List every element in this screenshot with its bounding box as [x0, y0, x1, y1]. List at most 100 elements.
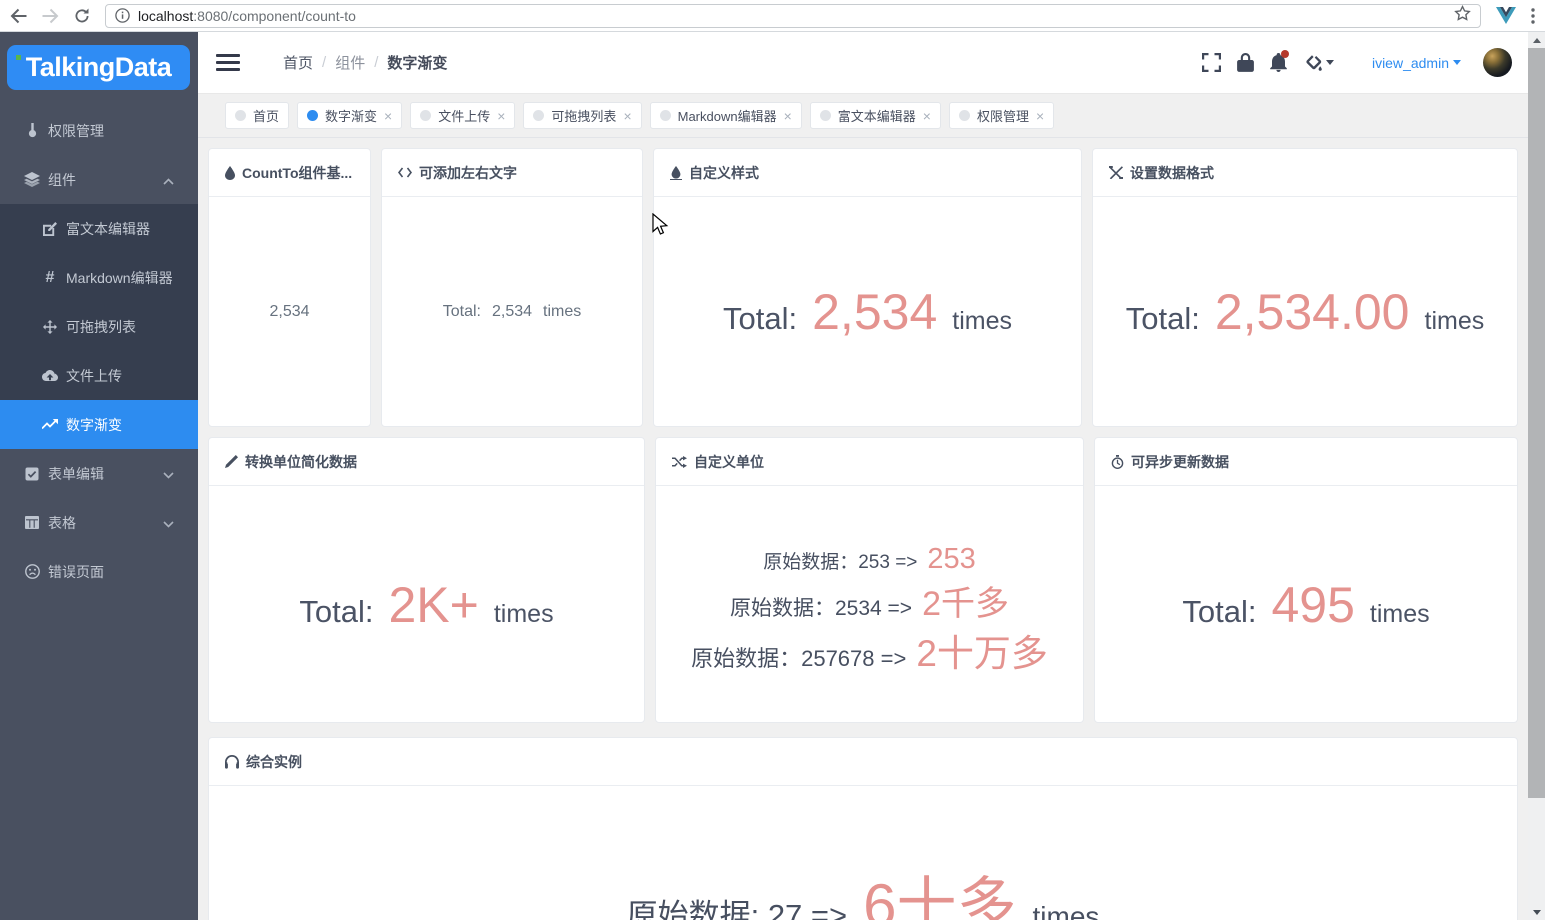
move-icon — [41, 319, 59, 334]
tag-auth[interactable]: 权限管理 × — [948, 102, 1055, 129]
app-header: 首页 / 组件 / 数字渐变 iview_admin — [198, 32, 1528, 94]
browser-menu-icon[interactable] — [1531, 7, 1535, 24]
breadcrumb-section[interactable]: 组件 — [335, 52, 365, 73]
close-icon[interactable]: × — [923, 109, 931, 123]
chevron-down-icon — [163, 515, 174, 531]
url-host: localhost — [138, 7, 194, 24]
sidebar-item-label: 可拖拽列表 — [66, 318, 136, 335]
theme-icon[interactable] — [1303, 54, 1334, 71]
tag-dot — [533, 110, 545, 121]
card-row-1: CountTo组件基... 2,534 可添加左右文字 Total: 2,534 t… — [208, 148, 1518, 427]
chevron-up-icon — [163, 172, 174, 188]
sidebar-item-label: 组件 — [48, 171, 76, 188]
tag-countto[interactable]: 数字渐变 × — [297, 102, 403, 129]
shuffle-icon — [672, 455, 687, 468]
reload-icon[interactable] — [74, 8, 90, 24]
caret-down-icon — [1325, 60, 1334, 65]
tag-bar: 首页 数字渐变 × 文件上传 × 可拖拽列表 × Markdown编辑器 × 富文本编辑… — [198, 94, 1528, 138]
count-value: 2,534 — [812, 284, 938, 340]
card-countto-style: 自定义样式 Total: 2,534 times — [653, 148, 1082, 427]
count-value: 2,534 — [269, 303, 310, 320]
compose-icon — [41, 221, 59, 236]
close-icon[interactable]: × — [497, 109, 505, 123]
water-drop-icon — [225, 165, 235, 180]
trending-up-icon — [41, 419, 59, 430]
close-icon[interactable]: × — [1036, 109, 1044, 123]
card-title: 自定义单位 — [694, 453, 764, 470]
sidebar-item-richtext[interactable]: 富文本编辑器 — [0, 204, 198, 253]
card-row-2: 转换单位简化数据 Total: 2K+ times 自定义单位 原始数据：253 =… — [208, 437, 1518, 723]
hamburger-menu-icon[interactable] — [216, 54, 240, 71]
header-actions: iview_admin — [1201, 48, 1512, 77]
sidebar-item-label: Markdown编辑器 — [66, 269, 173, 286]
scrollbar-down-arrow[interactable] — [1528, 904, 1545, 920]
lock-icon[interactable] — [1237, 53, 1254, 72]
card-row-3: 综合实例 原始数据: 27 => 6十多 times — [208, 737, 1518, 920]
url-bar[interactable]: localhost:8080/component/count-to — [105, 3, 1481, 28]
close-icon[interactable]: × — [384, 109, 392, 123]
tag-richtext[interactable]: 富文本编辑器 × — [809, 102, 941, 129]
close-icon[interactable]: × — [784, 109, 792, 123]
sidebar-item-error[interactable]: 错误页面 — [0, 547, 198, 596]
close-icon[interactable]: × — [623, 109, 631, 123]
color-drop-icon — [670, 165, 682, 180]
sidebar-item-upload[interactable]: 文件上传 — [0, 351, 198, 400]
sidebar-item-auth[interactable]: 权限管理 — [0, 106, 198, 155]
card-countto-unit: 自定义单位 原始数据：253 => 253 原始数据：2534 => 2千多 原始数… — [655, 437, 1084, 723]
forward-icon[interactable] — [42, 8, 59, 24]
sidebar-menu: 权限管理 组件 富文本编辑器 # Markdown编辑器 可拖拽列表 文件上传 … — [0, 106, 198, 596]
breadcrumb: 首页 / 组件 / 数字渐变 — [283, 52, 448, 73]
mouse-cursor — [652, 212, 669, 242]
sidebar-item-components[interactable]: 组件 — [0, 155, 198, 204]
scrollbar-thumb[interactable] — [1528, 48, 1545, 798]
tag-dot — [235, 110, 246, 121]
avatar[interactable] — [1483, 48, 1512, 77]
tag-home[interactable]: 首页 — [225, 102, 290, 129]
card-countto-basic: CountTo组件基... 2,534 — [208, 148, 371, 427]
page: localhost:8080/component/count-to Talkin… — [0, 0, 1545, 920]
sidebar-item-draggable[interactable]: 可拖拽列表 — [0, 302, 198, 351]
sidebar-item-label: 表单编辑 — [48, 465, 104, 482]
card-title: 自定义样式 — [689, 164, 759, 181]
tag-markdown[interactable]: Markdown编辑器 × — [649, 102, 802, 129]
card-countto-format: 设置数据格式 Total: 2,534.00 times — [1092, 148, 1518, 427]
count-value: 6十多 — [863, 871, 1017, 920]
vue-devtools-icon[interactable] — [1496, 7, 1516, 24]
logo-text: TalkingData — [25, 52, 172, 82]
sidebar-item-form[interactable]: 表单编辑 — [0, 449, 198, 498]
count-value: 2十万多 — [916, 633, 1048, 675]
count-value: 253 — [927, 543, 976, 575]
tag-draggable[interactable]: 可拖拽列表 × — [523, 102, 642, 129]
sidebar-item-label: 错误页面 — [48, 563, 104, 580]
breadcrumb-home[interactable]: 首页 — [283, 52, 313, 73]
breadcrumb-current: 数字渐变 — [387, 55, 448, 72]
hammer-wrench-icon — [1109, 166, 1123, 179]
card-title: 综合实例 — [246, 753, 302, 770]
tag-dot — [420, 110, 432, 121]
sidebar-item-markdown[interactable]: # Markdown编辑器 — [0, 253, 198, 302]
app-logo[interactable]: TalkingData — [7, 45, 190, 90]
notification-badge — [1280, 50, 1289, 58]
scrollbar-up-arrow[interactable] — [1528, 32, 1545, 48]
notifications-bell-icon[interactable] — [1270, 50, 1289, 72]
count-value: 2,534.00 — [1214, 284, 1410, 340]
user-menu[interactable]: iview_admin — [1372, 55, 1461, 71]
username: iview_admin — [1371, 54, 1449, 71]
layers-icon — [23, 172, 41, 187]
caret-down-icon — [1453, 60, 1461, 65]
checkbox-icon — [23, 467, 41, 481]
sidebar-item-table[interactable]: 表格 — [0, 498, 198, 547]
tag-upload[interactable]: 文件上传 × — [410, 102, 516, 129]
back-icon[interactable] — [10, 8, 27, 24]
cloud-upload-icon — [41, 369, 59, 382]
sidebar-item-countto[interactable]: 数字渐变 — [0, 400, 198, 449]
sidebar-item-label: 文件上传 — [66, 367, 122, 384]
card-title: 可异步更新数据 — [1131, 453, 1229, 470]
fullscreen-icon[interactable] — [1201, 53, 1221, 72]
page-scrollbar[interactable] — [1528, 32, 1545, 920]
info-icon[interactable] — [115, 8, 130, 23]
key-icon — [23, 123, 41, 138]
bookmark-star-icon[interactable] — [1454, 5, 1471, 26]
table-icon — [23, 516, 41, 529]
logo-green-dot — [16, 55, 21, 60]
